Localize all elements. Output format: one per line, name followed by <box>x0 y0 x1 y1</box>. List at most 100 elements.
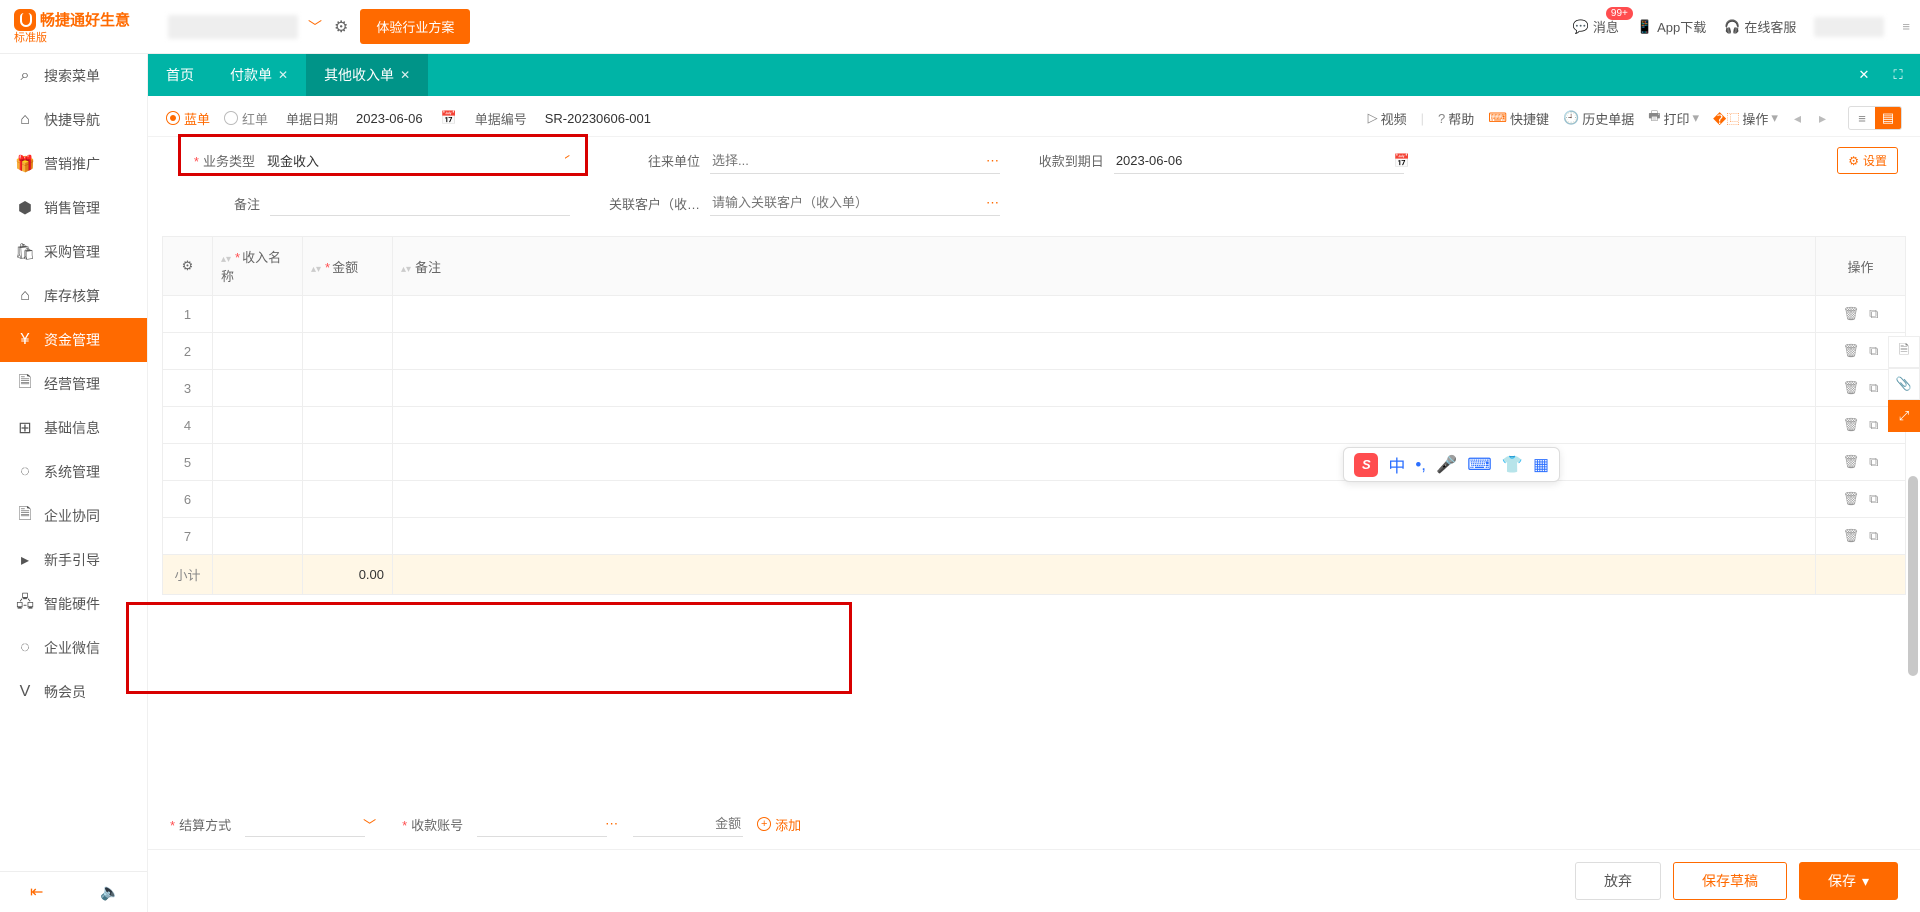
tab-payment[interactable]: 付款单✕ <box>212 54 306 96</box>
sidebar-item-search[interactable]: ⌕搜索菜单 <box>0 54 147 98</box>
sidebar-item-quicknav[interactable]: ⌂快捷导航 <box>0 98 147 142</box>
form-settings-button[interactable]: ⚙设置 <box>1837 147 1898 174</box>
tab-home[interactable]: 首页 <box>148 54 212 96</box>
calendar-icon[interactable]: 📅 <box>1394 153 1410 169</box>
ime-toolbar[interactable]: S 中 •, 🎤 ⌨ 👕 ▦ <box>1343 447 1560 482</box>
trial-industry-button[interactable]: 体验行业方案 <box>360 9 470 44</box>
table-row[interactable]: 7🗑⧉ <box>163 518 1906 555</box>
ime-punct-icon[interactable]: •, <box>1415 455 1426 475</box>
row-copy-icon[interactable]: ⧉ <box>1869 380 1878 396</box>
action-video[interactable]: ▷视频 <box>1368 109 1407 128</box>
scrollbar-thumb[interactable] <box>1908 476 1918 676</box>
calendar-icon[interactable]: 📅 <box>441 110 457 126</box>
sidebar-item-sales[interactable]: ⬢销售管理 <box>0 186 147 230</box>
org-caret-icon[interactable]: ﹀ <box>308 17 322 37</box>
cell-amount[interactable] <box>303 296 393 333</box>
more-icon[interactable]: ⋯ <box>986 195 1000 211</box>
row-copy-icon[interactable]: ⧉ <box>1869 528 1878 544</box>
nav-prev-icon[interactable]: ◂ <box>1792 110 1803 127</box>
save-draft-button[interactable]: 保存草稿 <box>1673 862 1787 900</box>
sidebar-item-marketing[interactable]: 🎁营销推广 <box>0 142 147 186</box>
row-delete-icon[interactable]: 🗑 <box>1843 417 1860 433</box>
cell-remark[interactable] <box>393 333 1816 370</box>
ime-skin-icon[interactable]: 👕 <box>1502 455 1523 475</box>
online-service-button[interactable]: 🎧 在线客服 <box>1724 17 1796 36</box>
party-select[interactable] <box>710 148 1000 174</box>
more-icon[interactable]: ⋯ <box>605 816 619 832</box>
app-download-button[interactable]: 📱 App下载 <box>1637 17 1706 36</box>
cell-amount[interactable] <box>303 333 393 370</box>
table-row[interactable]: 1🗑⧉ <box>163 296 1906 333</box>
settle-method-select[interactable] <box>245 811 365 837</box>
row-copy-icon[interactable]: ⧉ <box>1869 491 1878 507</box>
biz-type-select[interactable] <box>265 148 565 174</box>
cell-income-name[interactable] <box>213 333 303 370</box>
cell-amount[interactable] <box>303 444 393 481</box>
col-remark[interactable]: ▴▾备注 <box>393 237 1816 296</box>
tabs-fullscreen-icon[interactable]: ⛶ <box>1884 61 1912 89</box>
action-ops[interactable]: �⿺操作▾ <box>1713 109 1778 128</box>
sidebar-item-collab[interactable]: 🗎企业协同 <box>0 494 147 538</box>
rail-note-icon[interactable]: 🗎 <box>1888 336 1920 368</box>
cell-remark[interactable] <box>393 370 1816 407</box>
row-copy-icon[interactable]: ⧉ <box>1869 417 1878 433</box>
sidebar-item-system[interactable]: ◌系统管理 <box>0 450 147 494</box>
nav-next-icon[interactable]: ▸ <box>1817 110 1828 127</box>
ime-keyboard-icon[interactable]: ⌨ <box>1467 455 1492 475</box>
table-row[interactable]: 3🗑⧉ <box>163 370 1906 407</box>
action-help[interactable]: ?帮助 <box>1438 109 1474 128</box>
radio-red[interactable]: 红单 <box>224 109 268 128</box>
col-settings[interactable]: ⚙ <box>163 237 213 296</box>
cell-income-name[interactable] <box>213 444 303 481</box>
table-row[interactable]: 2🗑⧉ <box>163 333 1906 370</box>
settle-account-select[interactable] <box>477 811 607 837</box>
settings-gear-icon[interactable]: ⚙ <box>334 17 348 37</box>
more-icon[interactable]: ⋯ <box>986 153 1000 169</box>
cell-amount[interactable] <box>303 407 393 444</box>
action-history[interactable]: 🕘历史单据 <box>1563 109 1634 128</box>
cell-income-name[interactable] <box>213 370 303 407</box>
cell-remark[interactable] <box>393 444 1816 481</box>
sidebar-collapse-icon[interactable]: ⇤ <box>0 872 74 912</box>
cell-income-name[interactable] <box>213 296 303 333</box>
remark-input[interactable] <box>270 190 570 216</box>
row-delete-icon[interactable]: 🗑 <box>1843 528 1860 544</box>
row-delete-icon[interactable]: 🗑 <box>1843 454 1860 470</box>
col-amount[interactable]: ▴▾*金额 <box>303 237 393 296</box>
sidebar-item-operations[interactable]: 🗎经营管理 <box>0 362 147 406</box>
sidebar-item-funds[interactable]: ¥资金管理 <box>0 318 147 362</box>
add-settlement-button[interactable]: +添加 <box>757 815 801 834</box>
close-icon[interactable]: ✕ <box>400 68 410 82</box>
cell-amount[interactable] <box>303 481 393 518</box>
due-date-input[interactable] <box>1114 148 1404 174</box>
sidebar-item-guide[interactable]: ▸新手引导 <box>0 538 147 582</box>
cell-income-name[interactable] <box>213 518 303 555</box>
cell-income-name[interactable] <box>213 407 303 444</box>
cell-remark[interactable] <box>393 481 1816 518</box>
sidebar-item-vip[interactable]: V畅会员 <box>0 670 147 714</box>
rail-expand-icon[interactable]: ⤢ <box>1888 400 1920 432</box>
messages-button[interactable]: 💬 消息 99+ <box>1573 17 1619 36</box>
cell-remark[interactable] <box>393 518 1816 555</box>
row-delete-icon[interactable]: 🗑 <box>1843 491 1860 507</box>
rel-customer-input[interactable] <box>710 190 1000 216</box>
row-delete-icon[interactable]: 🗑 <box>1843 380 1860 396</box>
sidebar-item-hardware[interactable]: 🖧智能硬件 <box>0 582 147 626</box>
cell-income-name[interactable] <box>213 481 303 518</box>
ime-toolbox-icon[interactable]: ▦ <box>1533 455 1549 475</box>
settle-amount-input[interactable] <box>633 811 743 837</box>
row-delete-icon[interactable]: 🗑 <box>1843 343 1860 359</box>
rail-attach-icon[interactable]: 📎 <box>1888 368 1920 400</box>
cell-amount[interactable] <box>303 370 393 407</box>
row-delete-icon[interactable]: 🗑 <box>1843 306 1860 322</box>
ime-mic-icon[interactable]: 🎤 <box>1436 455 1457 475</box>
col-income-name[interactable]: ▴▾*收入名称 <box>213 237 303 296</box>
table-row[interactable]: 4🗑⧉ <box>163 407 1906 444</box>
sidebar-item-basedata[interactable]: ⊞基础信息 <box>0 406 147 450</box>
sidebar-item-wechat[interactable]: ◌企业微信 <box>0 626 147 670</box>
menu-icon[interactable]: ≡ <box>1902 19 1910 34</box>
action-print[interactable]: 🖶打印▾ <box>1648 107 1699 129</box>
sidebar-item-inventory[interactable]: ⌂库存核算 <box>0 274 147 318</box>
table-row[interactable]: 6🗑⧉ <box>163 481 1906 518</box>
sidebar-item-purchase[interactable]: 🛍采购管理 <box>0 230 147 274</box>
